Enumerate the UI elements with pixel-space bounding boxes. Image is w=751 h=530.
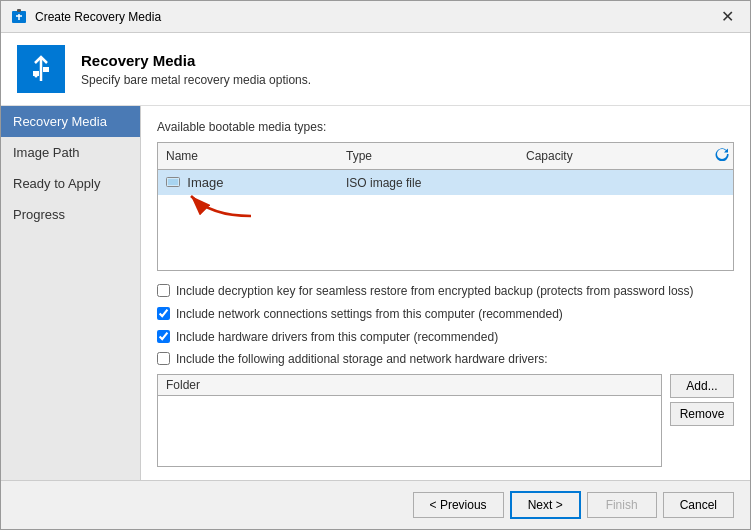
title-bar-left: Create Recovery Media — [11, 9, 161, 25]
remove-button[interactable]: Remove — [670, 402, 734, 426]
additional-storage-checkbox[interactable] — [157, 352, 170, 365]
row-type-cell: ISO image file — [338, 174, 518, 192]
header-subtitle: Specify bare metal recovery media option… — [81, 73, 311, 87]
footer: < Previous Next > Finish Cancel — [1, 480, 750, 529]
folder-table-body — [158, 396, 661, 466]
add-button[interactable]: Add... — [670, 374, 734, 398]
svg-rect-1 — [17, 9, 21, 12]
dialog-title: Create Recovery Media — [35, 10, 161, 24]
sidebar-item-recovery-media[interactable]: Recovery Media — [1, 106, 140, 137]
sidebar-item-image-path[interactable]: Image Path — [1, 137, 140, 168]
table-header: Name Type Capacity — [158, 143, 733, 170]
image-icon — [166, 177, 180, 187]
decrypt-key-label: Include decryption key for seamless rest… — [176, 283, 694, 300]
next-button[interactable]: Next > — [510, 491, 581, 519]
row-name-cell: Image — [158, 173, 338, 192]
refresh-button[interactable] — [711, 143, 733, 168]
row-capacity-cell — [518, 181, 733, 185]
svg-point-4 — [35, 75, 38, 78]
app-icon — [11, 9, 27, 25]
media-table: Name Type Capacity Ima — [157, 142, 734, 271]
hardware-drivers-checkbox[interactable] — [157, 330, 170, 343]
checkbox-row-4: Include the following additional storage… — [157, 351, 734, 368]
finish-button[interactable]: Finish — [587, 492, 657, 518]
additional-storage-label: Include the following additional storage… — [176, 351, 548, 368]
checkbox-row-3: Include hardware drivers from this compu… — [157, 329, 734, 346]
title-bar: Create Recovery Media ✕ — [1, 1, 750, 33]
cancel-button[interactable]: Cancel — [663, 492, 734, 518]
available-media-label: Available bootable media types: — [157, 120, 734, 134]
header-area: Recovery Media Specify bare metal recove… — [1, 33, 750, 106]
folder-table-header: Folder — [158, 375, 661, 396]
header-icon — [17, 45, 65, 93]
main-content: Recovery Media Image Path Ready to Apply… — [1, 106, 750, 480]
col-name-header: Name — [158, 147, 338, 165]
previous-button[interactable]: < Previous — [413, 492, 504, 518]
network-connections-checkbox[interactable] — [157, 307, 170, 320]
header-text: Recovery Media Specify bare metal recove… — [81, 52, 311, 87]
hardware-drivers-label: Include hardware drivers from this compu… — [176, 329, 498, 346]
col-type-header: Type — [338, 147, 518, 165]
checkbox-row-1: Include decryption key for seamless rest… — [157, 283, 734, 300]
decrypt-key-checkbox[interactable] — [157, 284, 170, 297]
checkbox-row-2: Include network connections settings fro… — [157, 306, 734, 323]
sidebar-item-progress[interactable]: Progress — [1, 199, 140, 230]
usb-icon — [25, 53, 57, 85]
folder-table: Folder — [157, 374, 662, 467]
sidebar: Recovery Media Image Path Ready to Apply… — [1, 106, 141, 480]
col-capacity-header: Capacity — [518, 147, 733, 165]
content-area: Available bootable media types: Name Typ… — [141, 106, 750, 480]
svg-rect-3 — [43, 67, 49, 72]
sidebar-item-ready-to-apply[interactable]: Ready to Apply — [1, 168, 140, 199]
dialog: Create Recovery Media ✕ Recovery Media S… — [0, 0, 751, 530]
close-button[interactable]: ✕ — [715, 7, 740, 27]
header-title: Recovery Media — [81, 52, 311, 69]
folder-buttons: Add... Remove — [670, 374, 734, 467]
folder-section: Folder Add... Remove — [157, 374, 734, 467]
svg-rect-6 — [168, 179, 178, 185]
table-body: Image ISO image file — [158, 170, 733, 270]
table-row[interactable]: Image ISO image file — [158, 170, 733, 195]
network-connections-label: Include network connections settings fro… — [176, 306, 563, 323]
